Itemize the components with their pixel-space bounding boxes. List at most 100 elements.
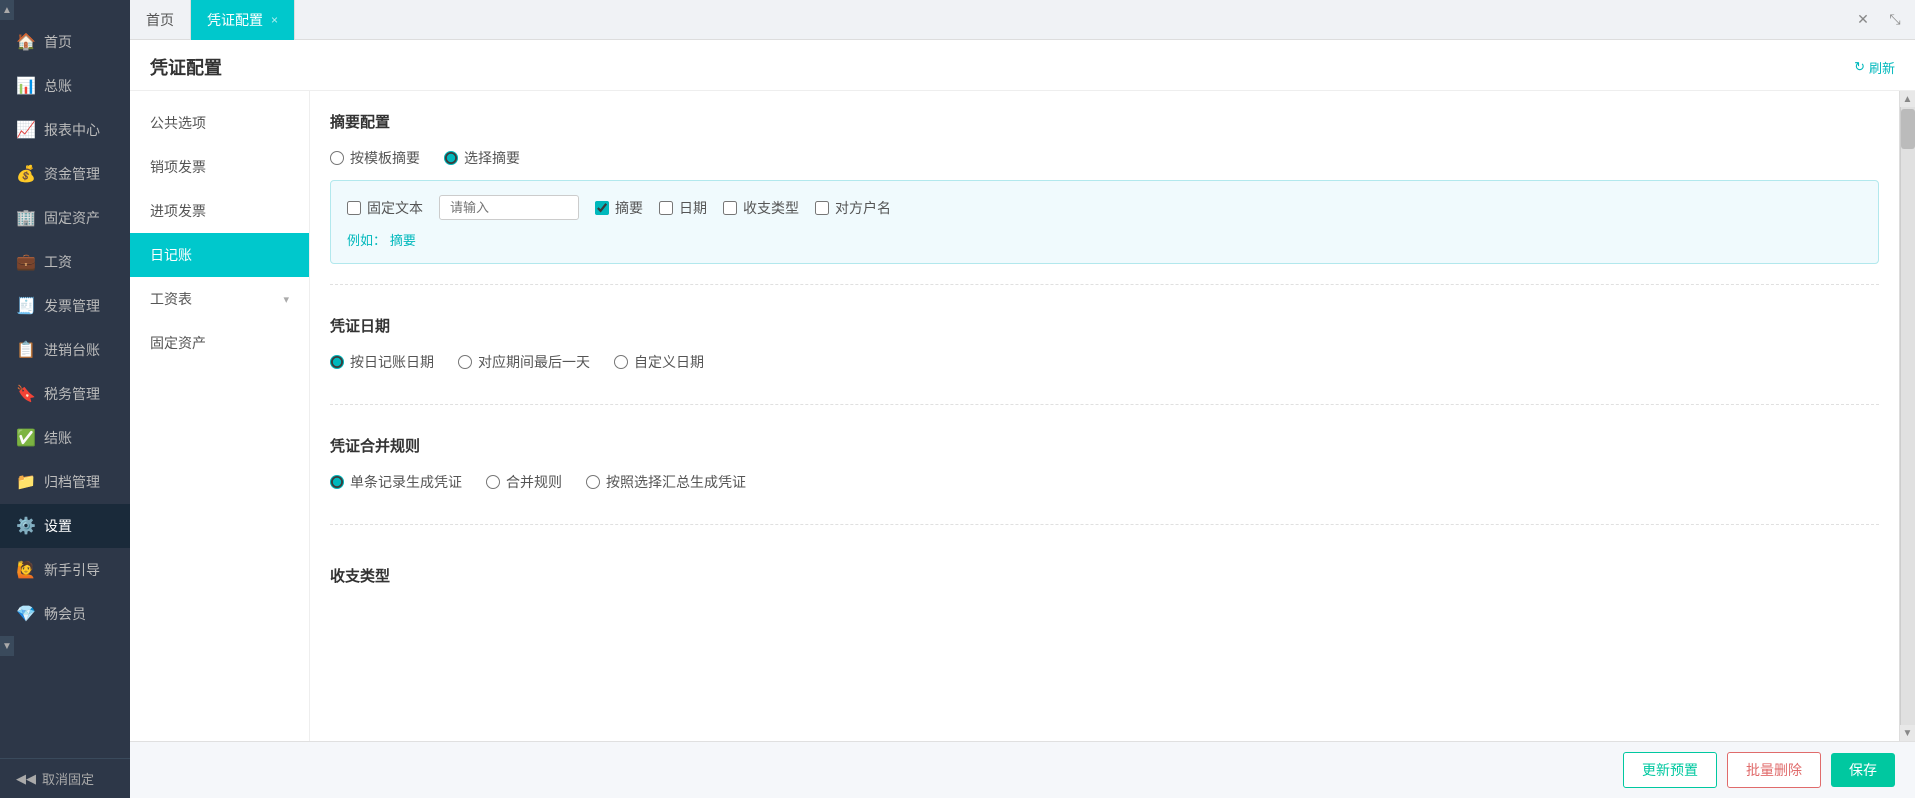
- checkbox-payment-type-input[interactable]: [723, 201, 737, 215]
- checkbox-counter-name-input[interactable]: [815, 201, 829, 215]
- sidebar-item-ledger[interactable]: 📊 总账: [0, 64, 130, 108]
- radio-last-day-input[interactable]: [458, 355, 472, 369]
- sidebar-item-vip[interactable]: 💎 畅会员: [0, 592, 130, 636]
- left-nav-item-public[interactable]: 公共选项: [130, 101, 309, 145]
- checkbox-fixed-text-input[interactable]: [347, 201, 361, 215]
- content-area: 凭证配置 ↻ 刷新 公共选项销项发票进项发票日记账工资表▾固定资产 摘要配置: [130, 40, 1915, 798]
- radio-merge-rule[interactable]: 合并规则: [486, 472, 562, 492]
- left-nav-item-payroll_table[interactable]: 工资表▾: [130, 277, 309, 321]
- summary-checkbox-row: 固定文本 摘要 日期: [347, 195, 1862, 220]
- checkbox-payment-type[interactable]: 收支类型: [723, 198, 799, 218]
- radio-by-journal-date[interactable]: 按日记账日期: [330, 352, 434, 372]
- sidebar-item-assets[interactable]: 🏢 固定资产: [0, 196, 130, 240]
- sidebar-label-close: 结账: [44, 428, 72, 448]
- tab-bar: 首页 凭证配置 × ✕ ⤡: [130, 0, 1915, 40]
- sidebar-item-tax[interactable]: 🔖 税务管理: [0, 372, 130, 416]
- unpin-icon: ◀◀: [16, 771, 36, 787]
- sidebar-label-payroll: 工资: [44, 252, 72, 272]
- scroll-up-arrow[interactable]: ▲: [1900, 91, 1915, 107]
- scroll-down-arrow[interactable]: ▼: [1900, 725, 1915, 741]
- summary-radio-group: 按模板摘要 选择摘要: [330, 148, 1879, 168]
- left-nav-item-purchase_inv[interactable]: 进项发票: [130, 189, 309, 233]
- sidebar-label-ledger: 总账: [44, 76, 72, 96]
- checkbox-counter-name[interactable]: 对方户名: [815, 198, 891, 218]
- tab-close-voucher-config[interactable]: ×: [271, 13, 278, 27]
- radio-template-summary-input[interactable]: [330, 151, 344, 165]
- checkbox-date[interactable]: 日期: [659, 198, 707, 218]
- radio-custom-date[interactable]: 自定义日期: [614, 352, 704, 372]
- update-preview-button[interactable]: 更新预置: [1623, 752, 1717, 788]
- voucher-date-section: 凭证日期 按日记账日期 对应期间最后一天: [330, 315, 1879, 405]
- refresh-button[interactable]: ↻ 刷新: [1854, 58, 1895, 77]
- tab-label-home: 首页: [146, 10, 174, 30]
- sidebar-item-reports[interactable]: 📈 报表中心: [0, 108, 130, 152]
- radio-template-summary[interactable]: 按模板摘要: [330, 148, 420, 168]
- summary-config-title: 摘要配置: [330, 111, 1879, 132]
- left-nav-item-fixed_assets[interactable]: 固定资产: [130, 321, 309, 365]
- radio-custom-date-input[interactable]: [614, 355, 628, 369]
- example-value: 摘要: [390, 233, 416, 248]
- radio-by-journal-date-input[interactable]: [330, 355, 344, 369]
- sidebar-item-guide[interactable]: 🙋 新手引导: [0, 548, 130, 592]
- sidebar-scroll-down[interactable]: ▼: [0, 636, 14, 656]
- sidebar-item-settings[interactable]: ⚙️ 设置: [0, 504, 130, 548]
- reports-icon: 📈: [16, 120, 36, 140]
- tab-label-voucher-config: 凭证配置: [207, 10, 263, 30]
- bottom-bar: 更新预置 批量删除 保存: [130, 741, 1915, 798]
- merge-rules-radio-group: 单条记录生成凭证 合并规则 按照选择汇总生成凭证: [330, 472, 1879, 492]
- checkbox-date-input[interactable]: [659, 201, 673, 215]
- radio-select-merge-input[interactable]: [586, 475, 600, 489]
- fixed-text-input[interactable]: [439, 195, 579, 220]
- payment-type-section: 收支类型: [330, 555, 1879, 622]
- merge-rules-section: 凭证合并规则 单条记录生成凭证 合并规则: [330, 435, 1879, 525]
- radio-select-merge[interactable]: 按照选择汇总生成凭证: [586, 472, 746, 492]
- sidebar-item-payroll[interactable]: 💼 工资: [0, 240, 130, 284]
- sidebar-item-close[interactable]: ✅ 结账: [0, 416, 130, 460]
- funds-icon: 💰: [16, 164, 36, 184]
- sidebar-label-reports: 报表中心: [44, 120, 100, 140]
- radio-select-summary[interactable]: 选择摘要: [444, 148, 520, 168]
- checkbox-fixed-text[interactable]: 固定文本: [347, 198, 423, 218]
- left-nav-label-purchase_inv: 进项发票: [150, 201, 206, 221]
- refresh-icon: ↻: [1854, 59, 1865, 75]
- sidebar-label-home: 首页: [44, 32, 72, 52]
- save-button[interactable]: 保存: [1831, 753, 1895, 787]
- sidebar-item-archive[interactable]: 📁 归档管理: [0, 460, 130, 504]
- main-area: 首页 凭证配置 × ✕ ⤡ 凭证配置 ↻ 刷新 公共选项销项发票进项发票日记账工资表…: [130, 0, 1915, 798]
- sidebar-item-purchase[interactable]: 📋 进销台账: [0, 328, 130, 372]
- page-header: 凭证配置 ↻ 刷新: [130, 40, 1915, 91]
- left-nav-item-journal[interactable]: 日记账: [130, 233, 309, 277]
- voucher-date-radio-group: 按日记账日期 对应期间最后一天 自定义日期: [330, 352, 1879, 372]
- sidebar-label-vip: 畅会员: [44, 604, 86, 624]
- sidebar-item-invoice[interactable]: 🧾 发票管理: [0, 284, 130, 328]
- radio-select-summary-input[interactable]: [444, 151, 458, 165]
- sidebar-unpin[interactable]: ◀◀ 取消固定: [0, 758, 130, 798]
- radio-single-record-input[interactable]: [330, 475, 344, 489]
- batch-delete-button[interactable]: 批量删除: [1727, 752, 1821, 788]
- purchase-icon: 📋: [16, 340, 36, 360]
- close-tab-btn[interactable]: ✕: [1851, 8, 1875, 32]
- sidebar-label-assets: 固定资产: [44, 208, 100, 228]
- sidebar-item-home[interactable]: 🏠 首页: [0, 20, 130, 64]
- payroll-icon: 💼: [16, 252, 36, 272]
- guide-icon: 🙋: [16, 560, 36, 580]
- tab-home[interactable]: 首页: [130, 0, 191, 40]
- chevron-payroll_table-icon: ▾: [283, 293, 289, 306]
- voucher-date-title: 凭证日期: [330, 315, 1879, 336]
- radio-single-record[interactable]: 单条记录生成凭证: [330, 472, 462, 492]
- left-nav-label-public: 公共选项: [150, 113, 206, 133]
- tab-voucher-config[interactable]: 凭证配置 ×: [191, 0, 295, 40]
- invoice-icon: 🧾: [16, 296, 36, 316]
- merge-rules-title: 凭证合并规则: [330, 435, 1879, 456]
- left-nav: 公共选项销项发票进项发票日记账工资表▾固定资产: [130, 91, 310, 741]
- resize-tab-btn[interactable]: ⤡: [1883, 8, 1907, 32]
- sidebar-scroll-up[interactable]: ▲: [0, 0, 14, 20]
- checkbox-summary-input[interactable]: [595, 201, 609, 215]
- checkbox-summary[interactable]: 摘要: [595, 198, 643, 218]
- radio-last-day[interactable]: 对应期间最后一天: [458, 352, 590, 372]
- summary-checkbox-container: 固定文本 摘要 日期: [330, 180, 1879, 264]
- sidebar-item-funds[interactable]: 💰 资金管理: [0, 152, 130, 196]
- left-nav-item-sales[interactable]: 销项发票: [130, 145, 309, 189]
- radio-merge-rule-input[interactable]: [486, 475, 500, 489]
- assets-icon: 🏢: [16, 208, 36, 228]
